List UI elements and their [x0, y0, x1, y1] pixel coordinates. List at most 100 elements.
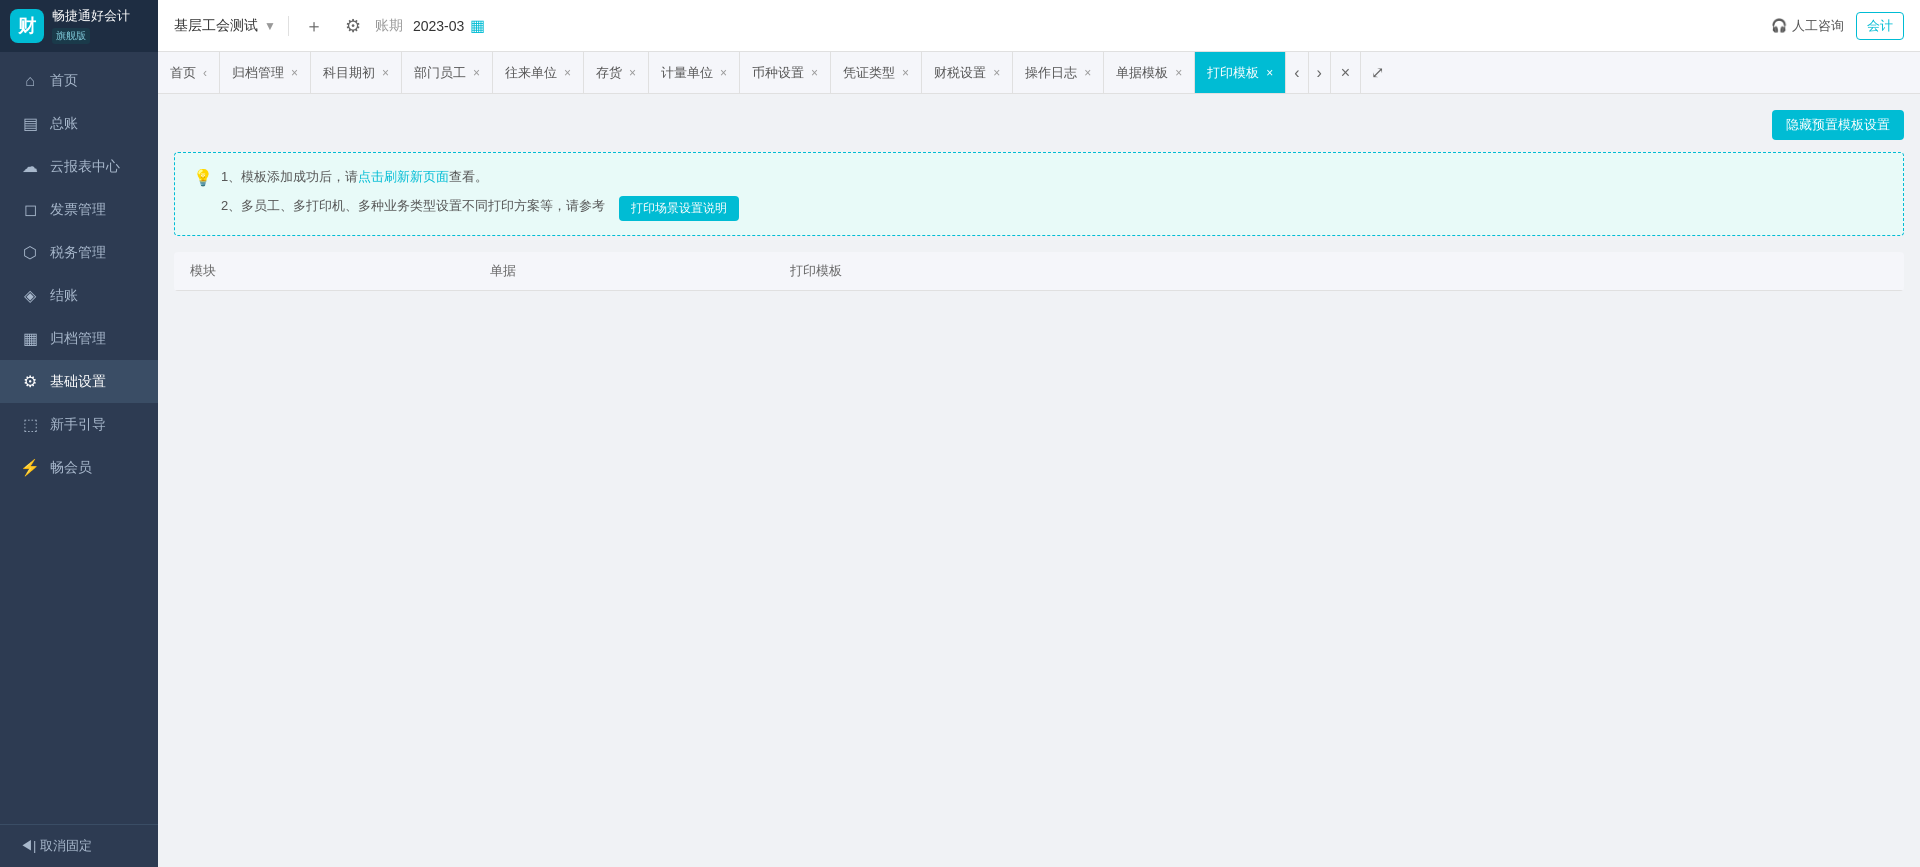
- close-icon[interactable]: ×: [902, 66, 909, 80]
- close-icon[interactable]: ×: [1084, 66, 1091, 80]
- gear-icon[interactable]: ⚙: [341, 11, 365, 41]
- info-line1-prefix: 1、模板添加成功后，请: [221, 169, 358, 184]
- add-icon[interactable]: ＋: [301, 10, 327, 42]
- tab-label: 首页: [170, 64, 196, 82]
- cancel-fixed-btn[interactable]: ◀| 取消固定: [0, 824, 158, 867]
- company-selector[interactable]: 基层工会测试 ▼: [174, 17, 276, 35]
- col-print-template: 打印模板: [774, 252, 1904, 290]
- logo-name: 畅捷通好会计: [52, 8, 130, 25]
- topbar: 基层工会测试 ▼ ＋ ⚙ 账期 2023-03 ▦ 🎧 人工咨询 会计: [158, 0, 1920, 52]
- sidebar-item-label: 总账: [50, 115, 78, 133]
- sidebar-item-archive[interactable]: ▦ 归档管理: [0, 317, 158, 360]
- data-table: 模块 单据 打印模板: [174, 252, 1904, 291]
- sidebar-item-guide[interactable]: ⬚ 新手引导: [0, 403, 158, 446]
- sidebar-item-settings[interactable]: ⚙ 基础设置: [0, 360, 158, 403]
- sidebar-item-ledger[interactable]: ▤ 总账: [0, 102, 158, 145]
- sidebar-item-label: 云报表中心: [50, 158, 120, 176]
- tab-label: 单据模板: [1116, 64, 1168, 82]
- sidebar-nav: ⌂ 首页 ▤ 总账 ☁ 云报表中心 ◻ 发票管理 ⬡ 税务管理 ◈ 结账 ▦ 归…: [0, 52, 158, 824]
- info-box: 💡 1、模板添加成功后，请点击刷新新页面查看。 💡 2、多员工、多打印机、多种业…: [174, 152, 1904, 236]
- table-header: 模块 单据 打印模板: [174, 252, 1904, 291]
- close-icon[interactable]: ×: [811, 66, 818, 80]
- tab-supplier[interactable]: 往来单位 ×: [493, 52, 584, 93]
- tab-currency[interactable]: 币种设置 ×: [740, 52, 831, 93]
- tab-single-template[interactable]: 单据模板 ×: [1104, 52, 1195, 93]
- kuaiji-button[interactable]: 会计: [1856, 12, 1904, 40]
- close-icon[interactable]: ×: [473, 66, 480, 80]
- closing-icon: ◈: [20, 286, 40, 305]
- sidebar-item-label: 发票管理: [50, 201, 106, 219]
- tab-department[interactable]: 部门员工 ×: [402, 52, 493, 93]
- close-icon[interactable]: ×: [629, 66, 636, 80]
- tab-label: 打印模板: [1207, 64, 1259, 82]
- logo-icon: 财: [10, 9, 44, 43]
- archive-icon: ▦: [20, 329, 40, 348]
- sidebar-item-invoice[interactable]: ◻ 发票管理: [0, 188, 158, 231]
- period-display: 账期 2023-03 ▦: [375, 16, 485, 35]
- tab-label: 存货: [596, 64, 622, 82]
- tab-label: 部门员工: [414, 64, 466, 82]
- tab-nav-arrow[interactable]: ‹: [203, 66, 207, 80]
- tab-label: 操作日志: [1025, 64, 1077, 82]
- tab-label: 计量单位: [661, 64, 713, 82]
- sidebar: 财 畅捷通好会计 旗舰版 ⌂ 首页 ▤ 总账 ☁ 云报表中心 ◻ 发票管理 ⬡ …: [0, 0, 158, 867]
- tab-label: 币种设置: [752, 64, 804, 82]
- company-name: 基层工会测试: [174, 17, 258, 35]
- tab-subject[interactable]: 科目期初 ×: [311, 52, 402, 93]
- topbar-actions: ＋ ⚙: [301, 10, 365, 42]
- close-icon[interactable]: ×: [993, 66, 1000, 80]
- sidebar-item-tax[interactable]: ⬡ 税务管理: [0, 231, 158, 274]
- col-module: 模块: [174, 252, 474, 290]
- info-row-1: 💡 1、模板添加成功后，请点击刷新新页面查看。: [193, 167, 1885, 188]
- calendar-icon[interactable]: ▦: [470, 16, 485, 35]
- close-icon[interactable]: ×: [1266, 66, 1273, 80]
- tab-next-btn[interactable]: ›: [1309, 52, 1331, 93]
- tab-archive[interactable]: 归档管理 ×: [220, 52, 311, 93]
- app-logo: 财 畅捷通好会计 旗舰版: [0, 0, 158, 52]
- hide-preview-btn[interactable]: 隐藏预置模板设置: [1772, 110, 1904, 140]
- settings-icon: ⚙: [20, 372, 40, 391]
- refresh-link[interactable]: 点击刷新新页面: [358, 169, 449, 184]
- cloud-icon: ☁: [20, 157, 40, 176]
- sidebar-item-label: 税务管理: [50, 244, 106, 262]
- ledger-icon: ▤: [20, 114, 40, 133]
- guide-icon: ⬚: [20, 415, 40, 434]
- close-icon[interactable]: ×: [1175, 66, 1182, 80]
- tab-label: 往来单位: [505, 64, 557, 82]
- info-line2-prefix: 2、多员工、多打印机、多种业务类型设置不同打印方案等，请参考: [221, 196, 605, 217]
- close-icon[interactable]: ×: [720, 66, 727, 80]
- sidebar-item-closing[interactable]: ◈ 结账: [0, 274, 158, 317]
- home-icon: ⌂: [20, 72, 40, 90]
- period-label: 账期: [375, 17, 403, 35]
- sidebar-item-home[interactable]: ⌂ 首页: [0, 60, 158, 102]
- sidebar-item-member[interactable]: ⚡ 畅会员: [0, 446, 158, 489]
- sidebar-item-label: 归档管理: [50, 330, 106, 348]
- tab-close-all-btn[interactable]: ×: [1331, 52, 1361, 93]
- bulb-icon: 💡: [193, 168, 213, 187]
- tab-prev-btn[interactable]: ‹: [1286, 52, 1308, 93]
- tab-expand-btn[interactable]: ⤢: [1361, 52, 1394, 93]
- sidebar-item-label: 结账: [50, 287, 78, 305]
- tab-voucher-type[interactable]: 凭证类型 ×: [831, 52, 922, 93]
- tab-inventory[interactable]: 存货 ×: [584, 52, 649, 93]
- info-row-2: 💡 2、多员工、多打印机、多种业务类型设置不同打印方案等，请参考 打印场景设置说…: [193, 196, 1885, 221]
- close-icon[interactable]: ×: [291, 66, 298, 80]
- tab-print-template[interactable]: 打印模板 ×: [1195, 52, 1286, 93]
- tab-home[interactable]: 首页 ‹: [158, 52, 220, 93]
- tab-tax-settings[interactable]: 财税设置 ×: [922, 52, 1013, 93]
- close-icon[interactable]: ×: [382, 66, 389, 80]
- topbar-right: 🎧 人工咨询 会计: [1771, 12, 1904, 40]
- main-area: 基层工会测试 ▼ ＋ ⚙ 账期 2023-03 ▦ 🎧 人工咨询 会计 首页 ‹…: [158, 0, 1920, 867]
- support-button[interactable]: 🎧 人工咨询: [1771, 17, 1844, 35]
- print-scene-btn[interactable]: 打印场景设置说明: [619, 196, 739, 221]
- tab-operation-log[interactable]: 操作日志 ×: [1013, 52, 1104, 93]
- close-icon[interactable]: ×: [564, 66, 571, 80]
- tab-unit[interactable]: 计量单位 ×: [649, 52, 740, 93]
- page-content: 隐藏预置模板设置 💡 1、模板添加成功后，请点击刷新新页面查看。 💡 2、多员工…: [158, 94, 1920, 867]
- tab-label: 归档管理: [232, 64, 284, 82]
- headset-icon: 🎧: [1771, 18, 1787, 33]
- logo-sub: 旗舰版: [52, 28, 90, 44]
- sidebar-item-reports[interactable]: ☁ 云报表中心: [0, 145, 158, 188]
- tab-label: 凭证类型: [843, 64, 895, 82]
- info-line1-suffix: 查看。: [449, 169, 488, 184]
